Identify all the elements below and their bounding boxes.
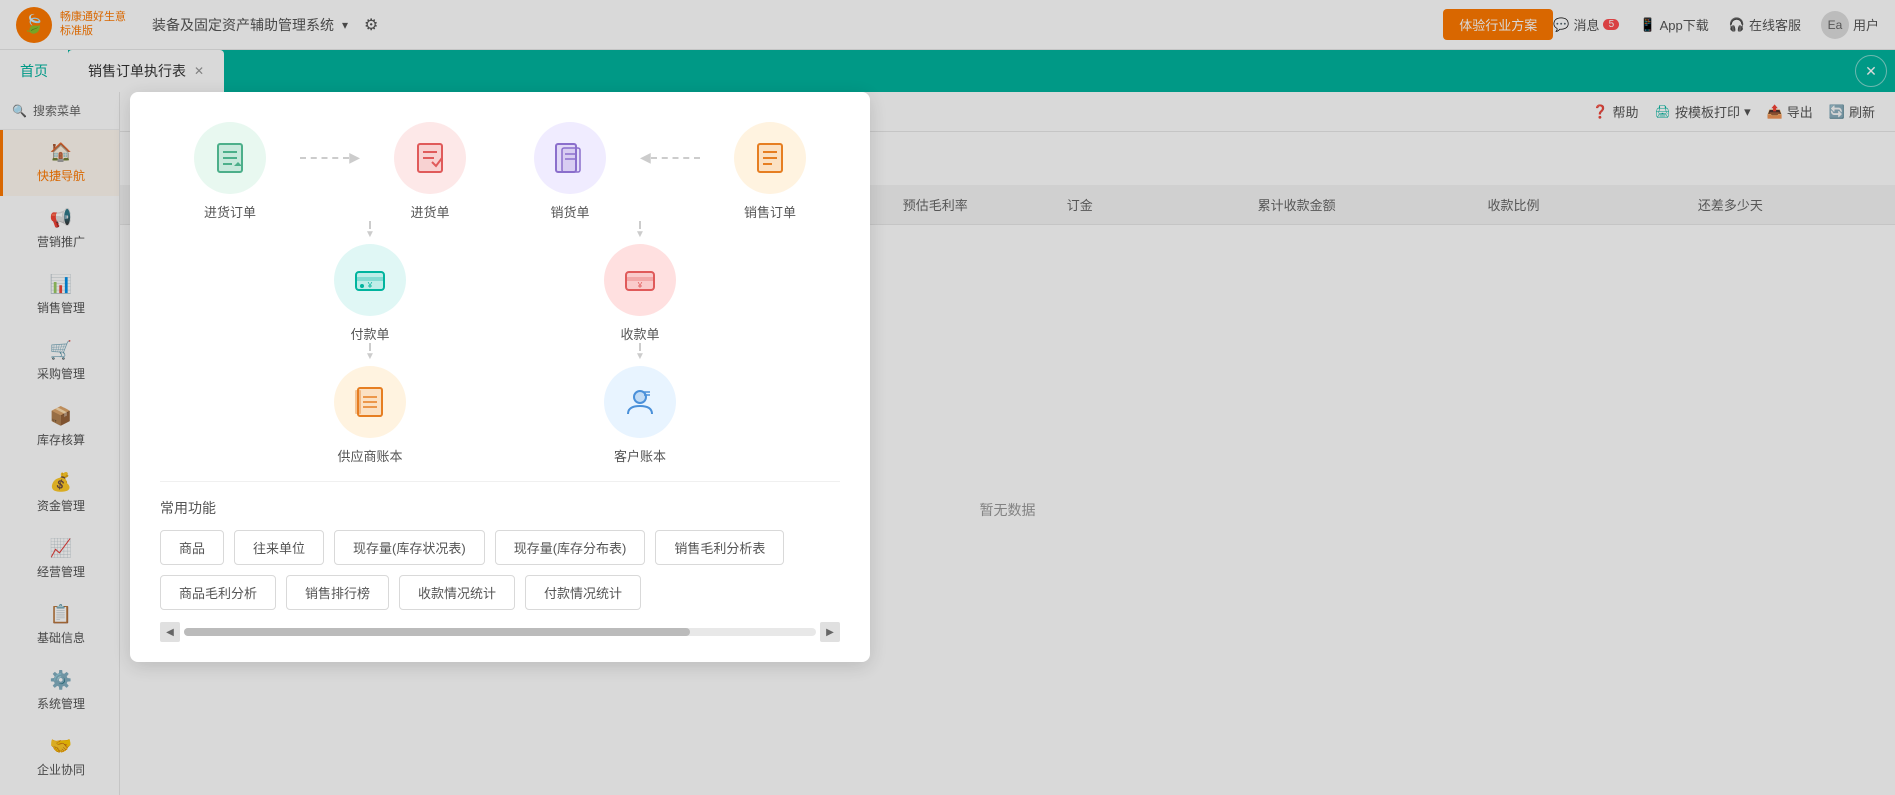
func-btn-sales-rank[interactable]: 销售排行榜 xyxy=(286,575,389,610)
flow-node-receipt[interactable]: ¥ 收款单 xyxy=(570,244,710,343)
svg-text:¥: ¥ xyxy=(367,281,373,290)
func-btn-product[interactable]: 商品 xyxy=(160,530,224,565)
flow-node-sales-order[interactable]: 销售订单 xyxy=(700,122,840,221)
common-functions-title: 常用功能 xyxy=(160,498,840,518)
flow-diagram: 进货订单 ▶ xyxy=(160,122,840,465)
func-btn-sales-margin[interactable]: 销售毛利分析表 xyxy=(655,530,784,565)
purchase-bill-icon xyxy=(394,122,466,194)
func-buttons: 商品 往来单位 现存量(库存状况表) 现存量(库存分布表) 销售毛利分析表 商品… xyxy=(160,530,840,610)
sales-bill-icon xyxy=(534,122,606,194)
sales-order-icon xyxy=(734,122,806,194)
func-btn-stock-status[interactable]: 现存量(库存状况表) xyxy=(334,530,485,565)
func-btn-payment-stats[interactable]: 付款情况统计 xyxy=(525,575,641,610)
flow-node-supplier-ledger[interactable]: 供应商账本 xyxy=(300,366,440,465)
svg-text:¥: ¥ xyxy=(637,281,643,290)
customer-ledger-icon xyxy=(604,366,676,438)
func-btn-counterparty[interactable]: 往来单位 xyxy=(234,530,324,565)
func-btn-stock-dist[interactable]: 现存量(库存分布表) xyxy=(495,530,646,565)
scroll-right-button[interactable]: ▶ xyxy=(820,622,840,642)
flow-node-purchase-order[interactable]: 进货订单 xyxy=(160,122,300,221)
flow-node-payment[interactable]: ¥ 付款单 xyxy=(300,244,440,343)
quick-nav-dialog: 进货订单 ▶ xyxy=(130,92,870,662)
supplier-ledger-icon xyxy=(334,366,406,438)
common-functions: 常用功能 商品 往来单位 现存量(库存状况表) 现存量(库存分布表) 销售毛利分… xyxy=(160,481,840,610)
scroll-left-button[interactable]: ◀ xyxy=(160,622,180,642)
func-btn-product-margin[interactable]: 商品毛利分析 xyxy=(160,575,276,610)
payment-icon: ¥ xyxy=(334,244,406,316)
scrollbar-row: ◀ ▶ xyxy=(160,622,840,642)
scrollbar-track[interactable] xyxy=(184,628,816,636)
flow-node-customer-ledger[interactable]: 客户账本 xyxy=(570,366,710,465)
receipt-icon: ¥ xyxy=(604,244,676,316)
purchase-order-icon xyxy=(194,122,266,194)
flow-node-sales-bill[interactable]: 销货单 xyxy=(500,122,640,221)
scrollbar-thumb xyxy=(184,628,690,636)
func-btn-receipt-stats[interactable]: 收款情况统计 xyxy=(399,575,515,610)
flow-node-purchase-bill[interactable]: 进货单 xyxy=(360,122,500,221)
